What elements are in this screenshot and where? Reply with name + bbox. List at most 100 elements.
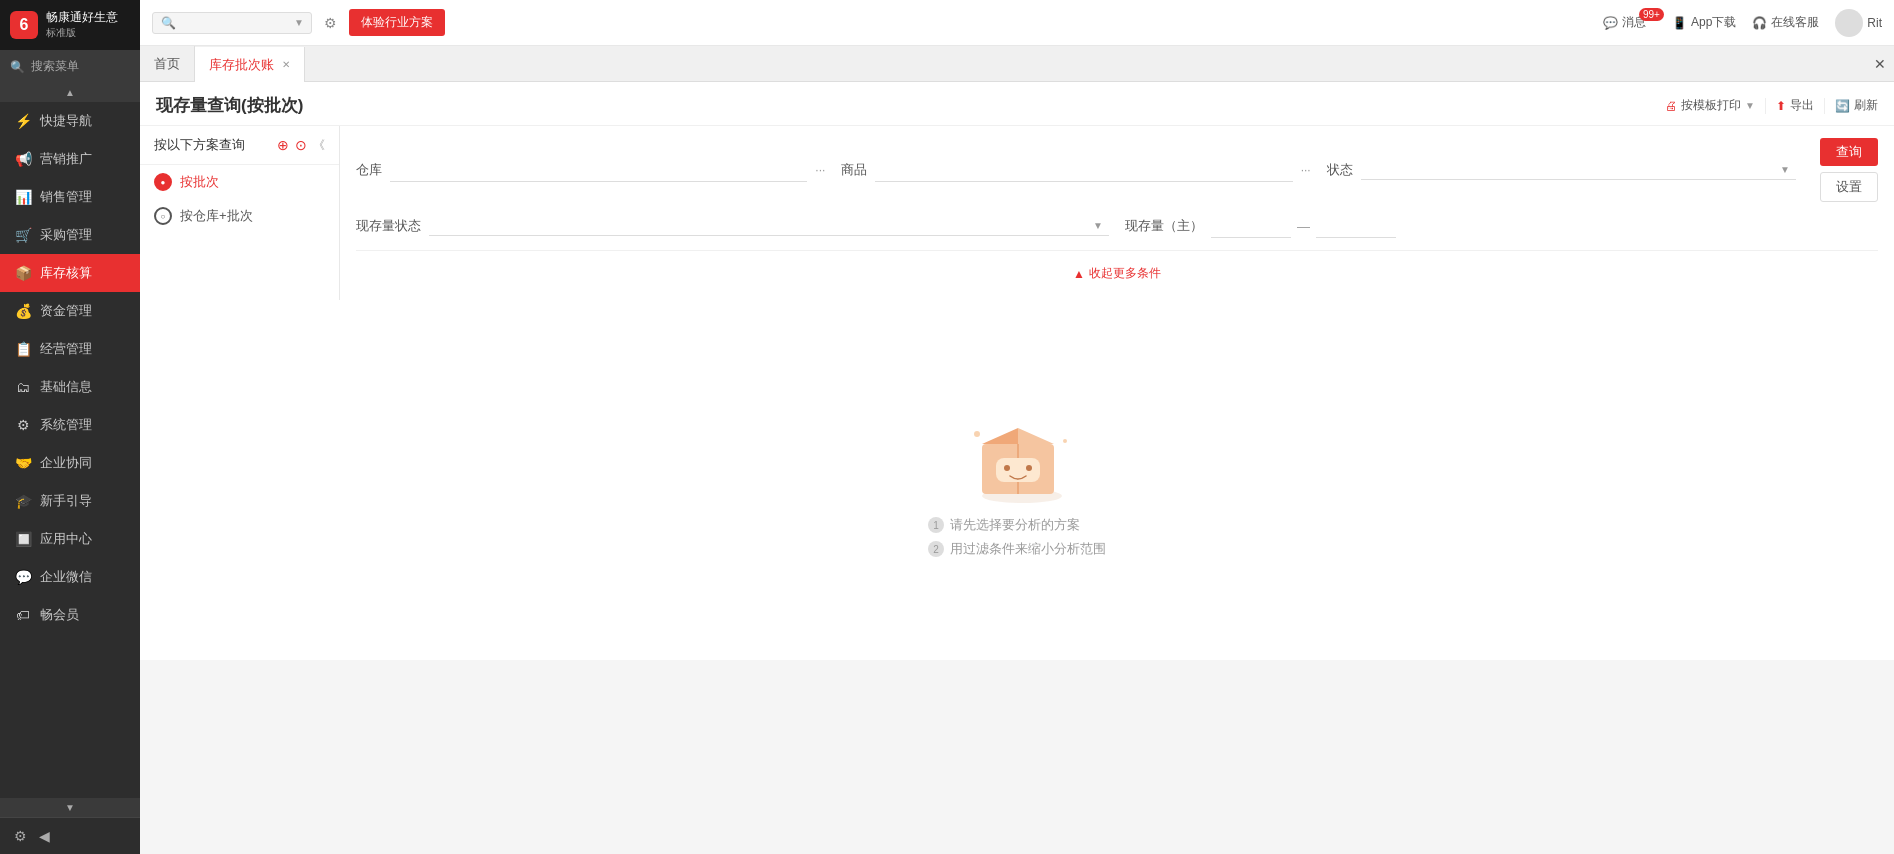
avatar <box>1835 9 1863 37</box>
scheme-item-by-batch[interactable]: ● 按批次 <box>140 165 339 199</box>
topbar-chevron-icon: ▼ <box>294 17 304 28</box>
scheme-item-icon-inactive: ○ <box>154 207 172 225</box>
sidebar-item-enterprise[interactable]: 🤝 企业协同 <box>0 444 140 482</box>
sidebar-item-finance[interactable]: 💰 资金管理 <box>0 292 140 330</box>
sidebar-item-purchase[interactable]: 🛒 采购管理 <box>0 216 140 254</box>
sidebar-item-system[interactable]: ⚙ 系统管理 <box>0 406 140 444</box>
filter-scheme-title: 按以下方案查询 <box>154 136 245 154</box>
query-btn[interactable]: 查询 <box>1820 138 1878 166</box>
page-content: 现存量查询(按批次) 🖨 按模板打印 ▼ ⬆ 导出 🔄 <box>140 82 1894 854</box>
app-logo: 6 <box>10 11 38 39</box>
divider-2 <box>1824 98 1825 114</box>
footer-collapse-icon[interactable]: ◀ <box>39 828 50 844</box>
topbar-gear-icon[interactable]: ⚙ <box>320 11 341 35</box>
basic-icon: 🗂 <box>14 378 32 396</box>
refresh-icon: 🔄 <box>1835 99 1850 113</box>
tip-text-1: 请先选择要分析的方案 <box>950 516 1080 534</box>
filter-row-1: 仓库 ··· 商品 ··· 状态 <box>356 138 1878 202</box>
sidebar-scroll-up[interactable]: ▲ <box>0 83 140 102</box>
sidebar-item-marketing[interactable]: 📢 营销推广 <box>0 140 140 178</box>
purchase-icon: 🛒 <box>14 226 32 244</box>
app-download-btn[interactable]: 📱 App下载 <box>1672 14 1736 31</box>
sidebar-item-newbie[interactable]: 🎓 新手引导 <box>0 482 140 520</box>
message-badge: 99+ <box>1639 8 1664 21</box>
page-header: 现存量查询(按批次) 🖨 按模板打印 ▼ ⬆ 导出 🔄 <box>140 82 1894 126</box>
settings-scheme-icon[interactable]: ⊙ <box>295 137 307 154</box>
inv-qty-range: — <box>1211 214 1396 238</box>
wechat-icon: 💬 <box>14 568 32 586</box>
empty-tip-1: 1 请先选择要分析的方案 <box>928 516 1106 534</box>
message-icon: 💬 <box>1603 16 1618 30</box>
main-area: 🔍 ▼ ⚙ 体验行业方案 💬 消息 99+ 📱 App下载 🎧 在线客服 <box>140 0 1894 854</box>
add-scheme-icon[interactable]: ⊕ <box>277 137 289 154</box>
topbar-search-input[interactable] <box>180 16 290 30</box>
sidebar-item-basic[interactable]: 🗂 基础信息 <box>0 368 140 406</box>
sidebar-item-operation[interactable]: 📋 经营管理 <box>0 330 140 368</box>
filter-group-inv-status: 现存量状态 ▼ <box>356 216 1109 236</box>
message-btn[interactable]: 💬 消息 99+ <box>1603 14 1656 31</box>
tab-inventory-batch[interactable]: 库存批次账 ✕ <box>195 47 305 82</box>
sidebar-item-appstore[interactable]: 🔲 应用中心 <box>0 520 140 558</box>
export-icon: ⬆ <box>1776 99 1786 113</box>
tab-home[interactable]: 首页 <box>140 46 195 81</box>
empty-illustration <box>967 396 1067 496</box>
experience-btn[interactable]: 体验行业方案 <box>349 9 445 36</box>
sidebar-item-inventory[interactable]: 📦 库存核算 <box>0 254 140 292</box>
svg-point-5 <box>1026 465 1032 471</box>
filter-area: 按以下方案查询 ⊕ ⊙ 《 ● 按批次 ○ 按仓库+批次 <box>140 126 1894 300</box>
filter-group-inv-qty: 现存量（主） — <box>1125 214 1878 238</box>
filter-group-warehouse: 仓库 ··· <box>356 158 825 182</box>
collapse-scheme-icon[interactable]: 《 <box>313 137 325 154</box>
app-edition: 标准版 <box>46 26 118 40</box>
page-inner: 现存量查询(按批次) 🖨 按模板打印 ▼ ⬆ 导出 🔄 <box>140 82 1894 660</box>
sidebar-scroll-down[interactable]: ▼ <box>0 798 140 817</box>
tab-home-label: 首页 <box>154 55 180 73</box>
online-service-btn[interactable]: 🎧 在线客服 <box>1752 14 1819 31</box>
finance-icon: 💰 <box>14 302 32 320</box>
scheme-item-icon-active: ● <box>154 173 172 191</box>
print-btn[interactable]: 🖨 按模板打印 ▼ <box>1665 97 1755 114</box>
inv-status-label: 现存量状态 <box>356 217 421 235</box>
settings-btn[interactable]: 设置 <box>1820 172 1878 202</box>
newbie-icon: 🎓 <box>14 492 32 510</box>
scheme-item-by-warehouse-batch[interactable]: ○ 按仓库+批次 <box>140 199 339 233</box>
print-chevron-icon: ▼ <box>1745 100 1755 111</box>
tab-close-icon[interactable]: ✕ <box>282 59 290 70</box>
tab-panel-close-icon[interactable]: ✕ <box>1874 56 1886 72</box>
sidebar-item-wechat[interactable]: 💬 企业微信 <box>0 558 140 596</box>
app-name: 畅康通好生意 <box>46 10 118 26</box>
warehouse-dots-btn[interactable]: ··· <box>815 163 825 177</box>
status-select[interactable]: ▼ <box>1361 160 1796 180</box>
goods-input[interactable] <box>875 158 1292 182</box>
collapse-btn[interactable]: ▲ 收起更多条件 <box>1067 259 1167 288</box>
print-icon: 🖨 <box>1665 99 1677 113</box>
inv-qty-label: 现存量（主） <box>1125 217 1203 235</box>
inv-qty-to[interactable] <box>1316 214 1396 238</box>
sidebar-item-member[interactable]: 🏷 畅会员 <box>0 596 140 634</box>
tip-text-2: 用过滤条件来缩小分析范围 <box>950 540 1106 558</box>
scheme-actions: ⊕ ⊙ 《 <box>277 137 325 154</box>
topbar-left: 🔍 ▼ ⚙ 体验行业方案 <box>152 9 1595 36</box>
warehouse-input[interactable] <box>390 158 807 182</box>
collapse-up-icon: ▲ <box>1073 267 1085 281</box>
inv-status-select[interactable]: ▼ <box>429 216 1109 236</box>
filter-group-status: 状态 ▼ <box>1327 160 1796 180</box>
sidebar-item-sales[interactable]: 📊 销售管理 <box>0 178 140 216</box>
sales-icon: 📊 <box>14 188 32 206</box>
export-btn[interactable]: ⬆ 导出 <box>1776 97 1814 114</box>
sidebar-search[interactable]: 🔍 搜索菜单 <box>0 50 140 83</box>
goods-dots-btn[interactable]: ··· <box>1301 163 1311 177</box>
sidebar-header: 6 畅康通好生意 标准版 <box>0 0 140 50</box>
inv-qty-from[interactable] <box>1211 214 1291 238</box>
topbar-search-box[interactable]: 🔍 ▼ <box>152 12 312 34</box>
refresh-btn[interactable]: 🔄 刷新 <box>1835 97 1878 114</box>
user-avatar-btn[interactable]: Rit <box>1835 9 1882 37</box>
sidebar-item-quick-nav[interactable]: ⚡ 快捷导航 <box>0 102 140 140</box>
marketing-icon: 📢 <box>14 150 32 168</box>
tab-inventory-batch-label: 库存批次账 <box>209 56 274 74</box>
svg-point-4 <box>1004 465 1010 471</box>
empty-svg <box>967 396 1077 506</box>
topbar-search-icon: 🔍 <box>161 16 176 30</box>
footer-settings-icon[interactable]: ⚙ <box>14 828 27 844</box>
filter-buttons: 查询 设置 <box>1820 138 1878 202</box>
